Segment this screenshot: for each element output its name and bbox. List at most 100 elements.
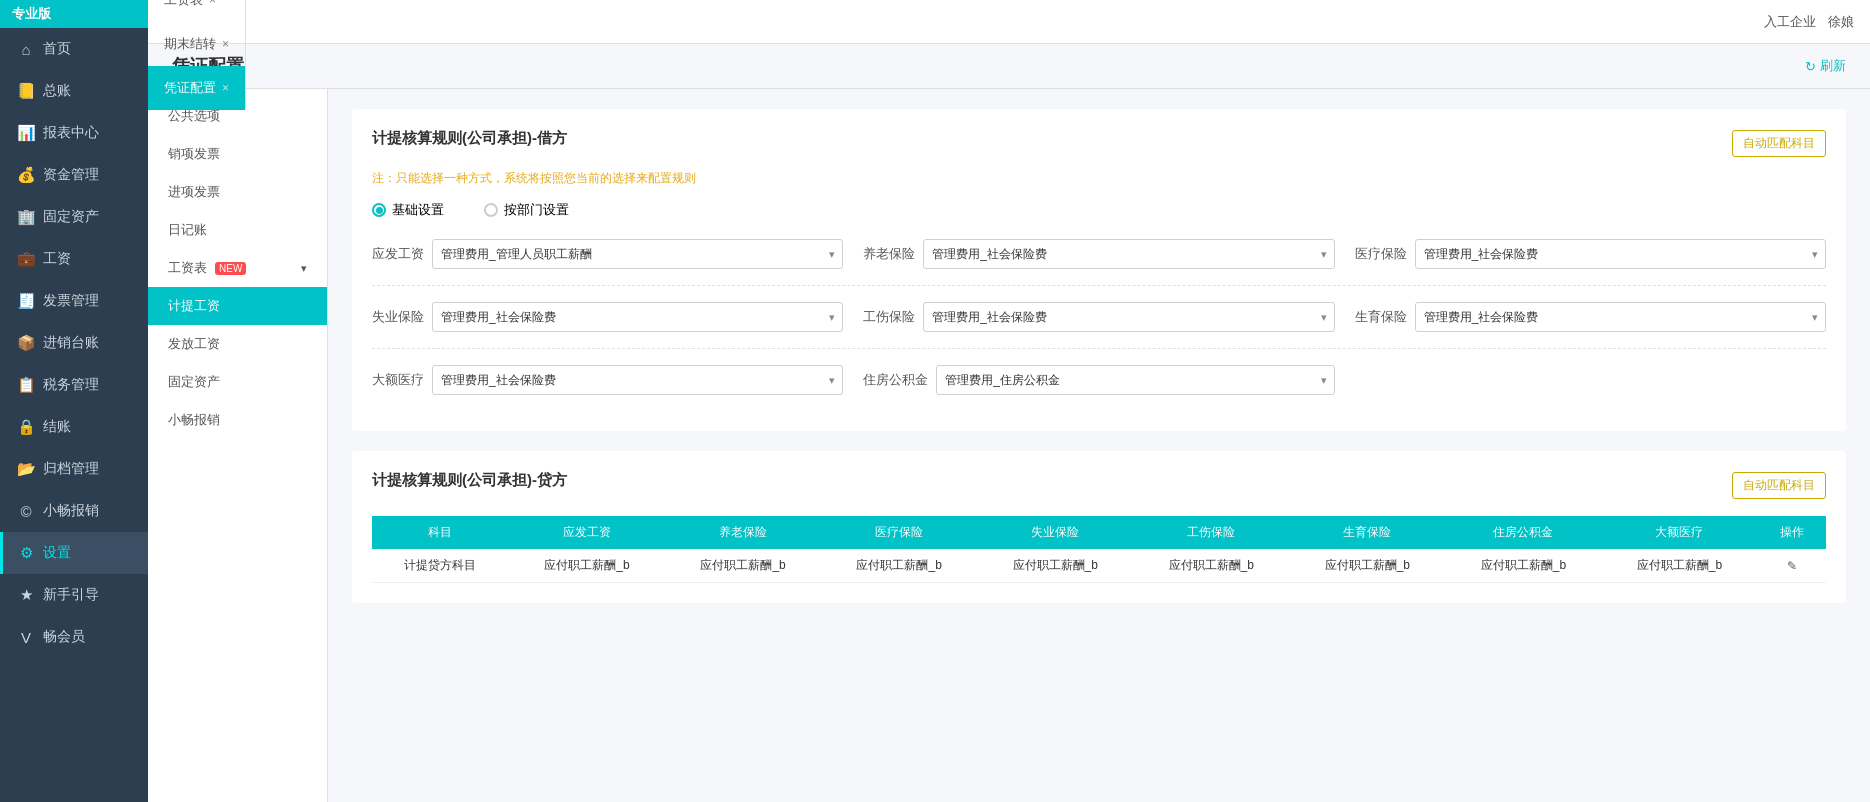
- form-select-wrapper-生育保险: [1415, 302, 1826, 332]
- auto-match-btn-2[interactable]: 自动匹配科目: [1732, 472, 1826, 499]
- sidebar-item-stock[interactable]: 📦进销台账: [0, 322, 148, 364]
- leftnav-item-purchase[interactable]: 进项发票: [148, 173, 327, 211]
- col-header-3: 医疗保险: [821, 516, 977, 549]
- cell-val-0-6: 应付职工薪酬_b: [1445, 549, 1601, 583]
- form-label-住房公积金: 住房公积金: [863, 371, 928, 389]
- tab-voucher[interactable]: 凭证配置×: [148, 66, 246, 110]
- form-select-医疗保险[interactable]: [1415, 239, 1826, 269]
- user-label: 徐娘: [1828, 13, 1854, 31]
- cell-val-0-2: 应付职工薪酬_b: [821, 549, 977, 583]
- report-icon: 📊: [17, 124, 35, 142]
- sidebar-label-vip: 畅会员: [43, 628, 85, 646]
- form-select-失业保险[interactable]: [432, 302, 843, 332]
- sidebar-label-report: 报表中心: [43, 124, 99, 142]
- section1-header: 计提核算规则(公司承担)-借方 自动匹配科目: [372, 129, 1826, 158]
- sidebar-item-settings[interactable]: ⚙ 设置: [0, 532, 148, 574]
- form-item-工伤保险: 工伤保险: [863, 302, 1334, 332]
- sidebar-item-report[interactable]: 📊 报表中心: [0, 112, 148, 154]
- form-item-生育保险: 生育保险: [1355, 302, 1826, 332]
- sidebar-item-assets[interactable]: 🏢固定资产: [0, 196, 148, 238]
- invoice-icon: 🧾: [17, 292, 35, 310]
- credit-table-wrapper: 科目应发工资养老保险医疗保险失业保险工伤保险生育保险住房公积金大额医疗操作 计提…: [372, 516, 1826, 583]
- leftnav-label-purchase: 进项发票: [168, 183, 220, 201]
- form-label-大额医疗: 大额医疗: [372, 371, 424, 389]
- form-label-生育保险: 生育保险: [1355, 308, 1407, 326]
- section2-header: 计提核算规则(公司承担)-贷方 自动匹配科目: [372, 471, 1826, 500]
- settings-icon: ⚙: [17, 544, 35, 562]
- leftnav-item-fafa[interactable]: 发放工资: [148, 325, 327, 363]
- form-select-应发工资[interactable]: [432, 239, 843, 269]
- sidebar: 专业版 ⌂首页📒总账 📊 报表中心 💰资金管理🏢固定资产💼工资 🧾 发票管理 📦进销台账📋税…: [0, 0, 148, 802]
- sidebar-item-salary[interactable]: 💼工资: [0, 238, 148, 280]
- form-select-工伤保险[interactable]: [923, 302, 1334, 332]
- form-item-失业保险: 失业保险: [372, 302, 843, 332]
- form-select-wrapper-医疗保险: [1415, 239, 1826, 269]
- close-icon: 🔒: [17, 418, 35, 436]
- form-item-应发工资: 应发工资: [372, 239, 843, 269]
- leftnav-item-fixedasset[interactable]: 固定资产: [148, 363, 327, 401]
- edit-icon-0[interactable]: ✎: [1787, 559, 1797, 573]
- leftnav-item-xiaochang2[interactable]: 小畅报销: [148, 401, 327, 439]
- col-header-5: 工伤保险: [1133, 516, 1289, 549]
- form-select-wrapper-应发工资: [432, 239, 843, 269]
- tab-period[interactable]: 期末结转 ×: [148, 22, 246, 66]
- sidebar-label-settings: 设置: [43, 544, 71, 562]
- radio-dept-label: 按部门设置: [504, 201, 569, 219]
- sidebar-item-archive[interactable]: 📂归档管理: [0, 448, 148, 490]
- tab-close-voucher[interactable]: ×: [222, 81, 229, 95]
- form-select-生育保险[interactable]: [1415, 302, 1826, 332]
- leftnav-item-sales[interactable]: 销项发票: [148, 135, 327, 173]
- form-select-wrapper-养老保险: [923, 239, 1334, 269]
- sidebar-item-guide[interactable]: ★新手引导: [0, 574, 148, 616]
- leftnav-item-payrolltable[interactable]: 工资表NEW▾: [148, 249, 327, 287]
- tab-payroll[interactable]: 工资表×: [148, 0, 246, 22]
- sidebar-item-close[interactable]: 🔒结账: [0, 406, 148, 448]
- leftnav-label-journal: 日记账: [168, 221, 207, 239]
- home-icon: ⌂: [17, 41, 35, 58]
- sidebar-label-ledger: 总账: [43, 82, 71, 100]
- cell-edit-0[interactable]: ✎: [1757, 549, 1826, 583]
- sidebar-item-home[interactable]: ⌂首页: [0, 28, 148, 70]
- leftnav-item-journal[interactable]: 日记账: [148, 211, 327, 249]
- credit-table: 科目应发工资养老保险医疗保险失业保险工伤保险生育保险住房公积金大额医疗操作 计提…: [372, 516, 1826, 583]
- form-select-大额医疗[interactable]: [432, 365, 843, 395]
- form-select-住房公积金[interactable]: [936, 365, 1334, 395]
- leftnav-item-jiti[interactable]: 计提工资: [148, 287, 327, 325]
- leftnav-label-xiaochang2: 小畅报销: [168, 411, 220, 429]
- form-label-应发工资: 应发工资: [372, 245, 424, 263]
- cell-subject-0: 计提贷方科目: [372, 549, 509, 583]
- archive-icon: 📂: [17, 460, 35, 478]
- sidebar-item-ledger[interactable]: 📒总账: [0, 70, 148, 112]
- tab-close-period[interactable]: ×: [222, 37, 229, 51]
- cell-val-0-4: 应付职工薪酬_b: [1133, 549, 1289, 583]
- sidebar-item-xiaochang[interactable]: ©小畅报销: [0, 490, 148, 532]
- radio-basic[interactable]: 基础设置: [372, 201, 444, 219]
- sidebar-item-vip[interactable]: V畅会员: [0, 616, 148, 658]
- refresh-button[interactable]: ↻ 刷新: [1805, 57, 1846, 75]
- sidebar-label-invoice: 发票管理: [43, 292, 99, 310]
- tab-bar: 首页工资表×期末结转×凭证配置× 入工企业 徐娘: [148, 0, 1870, 44]
- sidebar-item-invoice[interactable]: 🧾 发票管理: [0, 280, 148, 322]
- form-select-养老保险[interactable]: [923, 239, 1334, 269]
- radio-dept[interactable]: 按部门设置: [484, 201, 569, 219]
- leftnav-label-jiti: 计提工资: [168, 297, 220, 315]
- form-select-wrapper-住房公积金: [936, 365, 1334, 395]
- brand-label: 专业版: [12, 5, 51, 23]
- sidebar-item-tax[interactable]: 📋税务管理: [0, 364, 148, 406]
- form-label-医疗保险: 医疗保险: [1355, 245, 1407, 263]
- sidebar-item-funds[interactable]: 💰资金管理: [0, 154, 148, 196]
- guide-icon: ★: [17, 586, 35, 604]
- leftnav-label-sales: 销项发票: [168, 145, 220, 163]
- auto-match-btn-1[interactable]: 自动匹配科目: [1732, 130, 1826, 157]
- refresh-icon: ↻: [1805, 59, 1816, 74]
- leftnav-label-fafa: 发放工资: [168, 335, 220, 353]
- refresh-label: 刷新: [1820, 57, 1846, 75]
- sidebar-label-assets: 固定资产: [43, 208, 99, 226]
- form-row-1: 失业保险 工伤保险 生育保险: [372, 302, 1826, 332]
- enterprise-label: 入工企业: [1764, 13, 1816, 31]
- stock-icon: 📦: [17, 334, 35, 352]
- tab-close-payroll[interactable]: ×: [209, 0, 216, 7]
- form-label-失业保险: 失业保险: [372, 308, 424, 326]
- tab-label-period: 期末结转: [164, 35, 216, 53]
- section-debit: 计提核算规则(公司承担)-借方 自动匹配科目 注：只能选择一种方式，系统将按照您…: [352, 109, 1846, 431]
